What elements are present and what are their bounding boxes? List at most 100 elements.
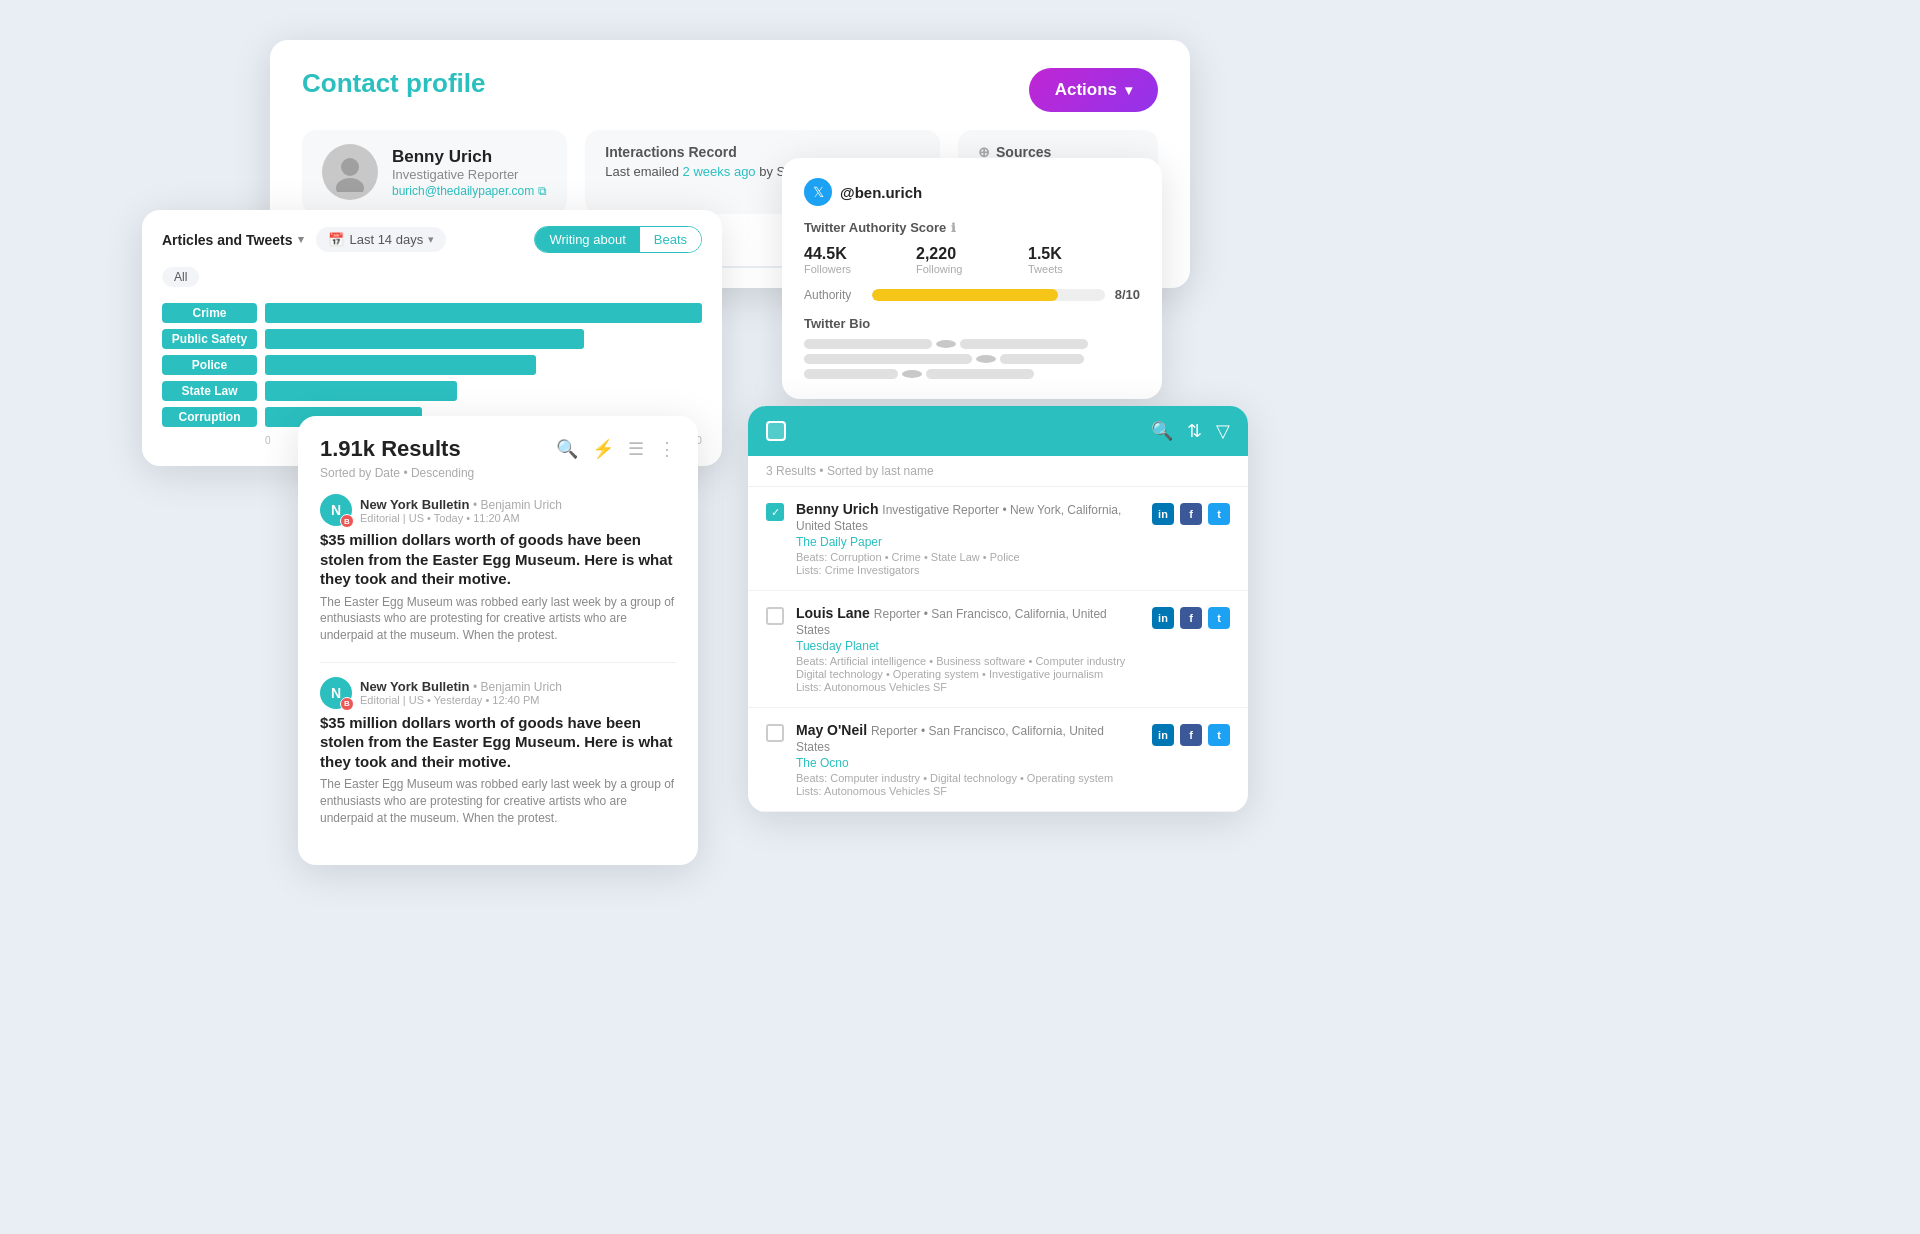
list-icon[interactable]: ☰ [628, 438, 644, 460]
twitter-icon-may[interactable]: t [1208, 724, 1230, 746]
filter-icon[interactable]: ⚡ [592, 438, 614, 460]
twitter-icon-louis[interactable]: t [1208, 607, 1230, 629]
article-headline-2[interactable]: $35 million dollars worth of goods have … [320, 713, 676, 772]
chart-row-police: Police [162, 355, 702, 375]
contact-email[interactable]: burich@thedailypaper.com [392, 184, 534, 198]
article-item-1: N B New York Bulletin • Benjamin Urich E… [320, 494, 676, 644]
contact-name-benny: Benny Urich [796, 501, 878, 517]
article-source-name-2: New York Bulletin • Benjamin Urich [360, 679, 562, 694]
interactions-link[interactable]: 2 weeks ago [683, 164, 756, 179]
source-badge-1: B [340, 514, 354, 528]
linkedin-icon-may[interactable]: in [1152, 724, 1174, 746]
stat-tweets: 1.5K Tweets [1028, 245, 1140, 275]
facebook-icon-louis[interactable]: f [1180, 607, 1202, 629]
sort-label: Sorted by Date • Descending [320, 466, 676, 480]
contact-beats-benny: Beats: Corruption • Crime • State Law • … [796, 551, 1140, 563]
chart-bar-police [265, 355, 536, 375]
avatar [322, 144, 378, 200]
contact-social-louis: in f t [1152, 607, 1230, 629]
contact-lists-louis: Lists: Autonomous Vehicles SF [796, 681, 1140, 693]
copy-icon[interactable]: ⧉ [538, 184, 547, 198]
facebook-icon-may[interactable]: f [1180, 724, 1202, 746]
actions-button[interactable]: Actions ▾ [1029, 68, 1158, 112]
contact-row-louis: Louis Lane Reporter • San Francisco, Cal… [748, 591, 1248, 708]
search-header-icon[interactable]: 🔍 [1151, 420, 1173, 442]
contact-name-louis: Louis Lane [796, 605, 870, 621]
contact-pub-may: The Ocno [796, 756, 1140, 770]
article-source-icon-1: N B [320, 494, 352, 526]
contact-role: Investigative Reporter [392, 167, 547, 182]
article-headline-1[interactable]: $35 million dollars worth of goods have … [320, 530, 676, 589]
all-filter-button[interactable]: All [162, 267, 199, 287]
twitter-icon: 𝕏 [804, 178, 832, 206]
chart-row-statelaw: State Law [162, 381, 702, 401]
article-divider [320, 662, 676, 663]
person-info: Benny Urich Investigative Reporter buric… [302, 130, 567, 214]
authority-row: Authority 8/10 [804, 287, 1140, 302]
twitter-bio-title: Twitter Bio [804, 316, 1140, 331]
contact-checkbox-louis[interactable] [766, 607, 784, 625]
svg-point-1 [336, 178, 364, 192]
contact-name: Benny Urich [392, 147, 547, 167]
chart-label-publicsafety: Public Safety [162, 329, 257, 349]
contact-checkbox-may[interactable] [766, 724, 784, 742]
results-icons: 🔍 ⚡ ☰ ⋮ [556, 438, 676, 460]
contact-row-may: May O'Neil Reporter • San Francisco, Cal… [748, 708, 1248, 812]
filter-row: All [142, 263, 722, 295]
twitter-authority-title: Twitter Authority Score ℹ [804, 220, 1140, 235]
contact-row-benny: ✓ Benny Urich Investigative Reporter • N… [748, 487, 1248, 591]
chart-row-crime: Crime [162, 303, 702, 323]
stat-followers: 44.5K Followers [804, 245, 916, 275]
article-meta-1: Editorial | US • Today • 11:20 AM [360, 512, 562, 524]
contact-beats2-louis: Digital technology • Operating system • … [796, 668, 1140, 680]
search-icon[interactable]: 🔍 [556, 438, 578, 460]
calendar-icon: 📅 [328, 232, 344, 247]
contacts-meta: 3 Results • Sorted by last name [748, 456, 1248, 487]
twitter-icon-benny[interactable]: t [1208, 503, 1230, 525]
dropdown-chevron-icon: ▾ [298, 233, 304, 246]
more-icon[interactable]: ⋮ [658, 438, 676, 460]
authority-bar [872, 289, 1058, 301]
chart-label-crime: Crime [162, 303, 257, 323]
writing-about-toggle[interactable]: Writing about [535, 227, 639, 252]
article-source-icon-2: N B [320, 677, 352, 709]
authority-score: 8/10 [1115, 287, 1140, 302]
filter-header-icon[interactable]: ▽ [1216, 420, 1230, 442]
results-card: 1.91k Results 🔍 ⚡ ☰ ⋮ Sorted by Date • D… [298, 416, 698, 865]
linkedin-icon-louis[interactable]: in [1152, 607, 1174, 629]
chart-label-corruption: Corruption [162, 407, 257, 427]
header-checkbox[interactable] [766, 421, 786, 441]
contact-lists-may: Lists: Autonomous Vehicles SF [796, 785, 1140, 797]
date-filter-button[interactable]: 📅 Last 14 days ▾ [316, 227, 446, 252]
date-chevron-icon: ▾ [428, 233, 434, 246]
contact-lists-benny: Lists: Crime Investigators [796, 564, 1140, 576]
article-item-2: N B New York Bulletin • Benjamin Urich E… [320, 677, 676, 827]
beats-toggle[interactable]: Beats [640, 227, 701, 252]
article-snippet-1: The Easter Egg Museum was robbed early l… [320, 594, 676, 644]
facebook-icon-benny[interactable]: f [1180, 503, 1202, 525]
sort-header-icon[interactable]: ⇅ [1187, 420, 1202, 442]
chart-row-publicsafety: Public Safety [162, 329, 702, 349]
linkedin-icon-benny[interactable]: in [1152, 503, 1174, 525]
articles-toolbar: Articles and Tweets ▾ 📅 Last 14 days ▾ W… [142, 210, 722, 263]
results-count: 1.91k Results [320, 436, 461, 462]
chart-bar-publicsafety [265, 329, 584, 349]
twitter-bio-content [804, 339, 1140, 379]
articles-dropdown[interactable]: Articles and Tweets ▾ [162, 232, 304, 248]
contact-checkbox-benny[interactable]: ✓ [766, 503, 784, 521]
contact-beats-may: Beats: Computer industry • Digital techn… [796, 772, 1140, 784]
chart-label-statelaw: State Law [162, 381, 257, 401]
source-badge-2: B [340, 697, 354, 711]
info-icon: ℹ [951, 221, 956, 235]
article-snippet-2: The Easter Egg Museum was robbed early l… [320, 776, 676, 826]
twitter-handle[interactable]: @ben.urich [840, 184, 922, 201]
results-header: 1.91k Results 🔍 ⚡ ☰ ⋮ [320, 436, 676, 462]
contacts-header: 🔍 ⇅ ▽ [748, 406, 1248, 456]
header-icons: 🔍 ⇅ ▽ [1151, 420, 1230, 442]
twitter-card: 𝕏 @ben.urich Twitter Authority Score ℹ 4… [782, 158, 1162, 399]
contact-profile-title: Contact profile [302, 68, 485, 99]
twitter-stats-row: 44.5K Followers 2,220 Following 1.5K Twe… [804, 245, 1140, 275]
stat-following: 2,220 Following [916, 245, 1028, 275]
contact-pub-benny: The Daily Paper [796, 535, 1140, 549]
authority-label: Authority [804, 288, 862, 302]
